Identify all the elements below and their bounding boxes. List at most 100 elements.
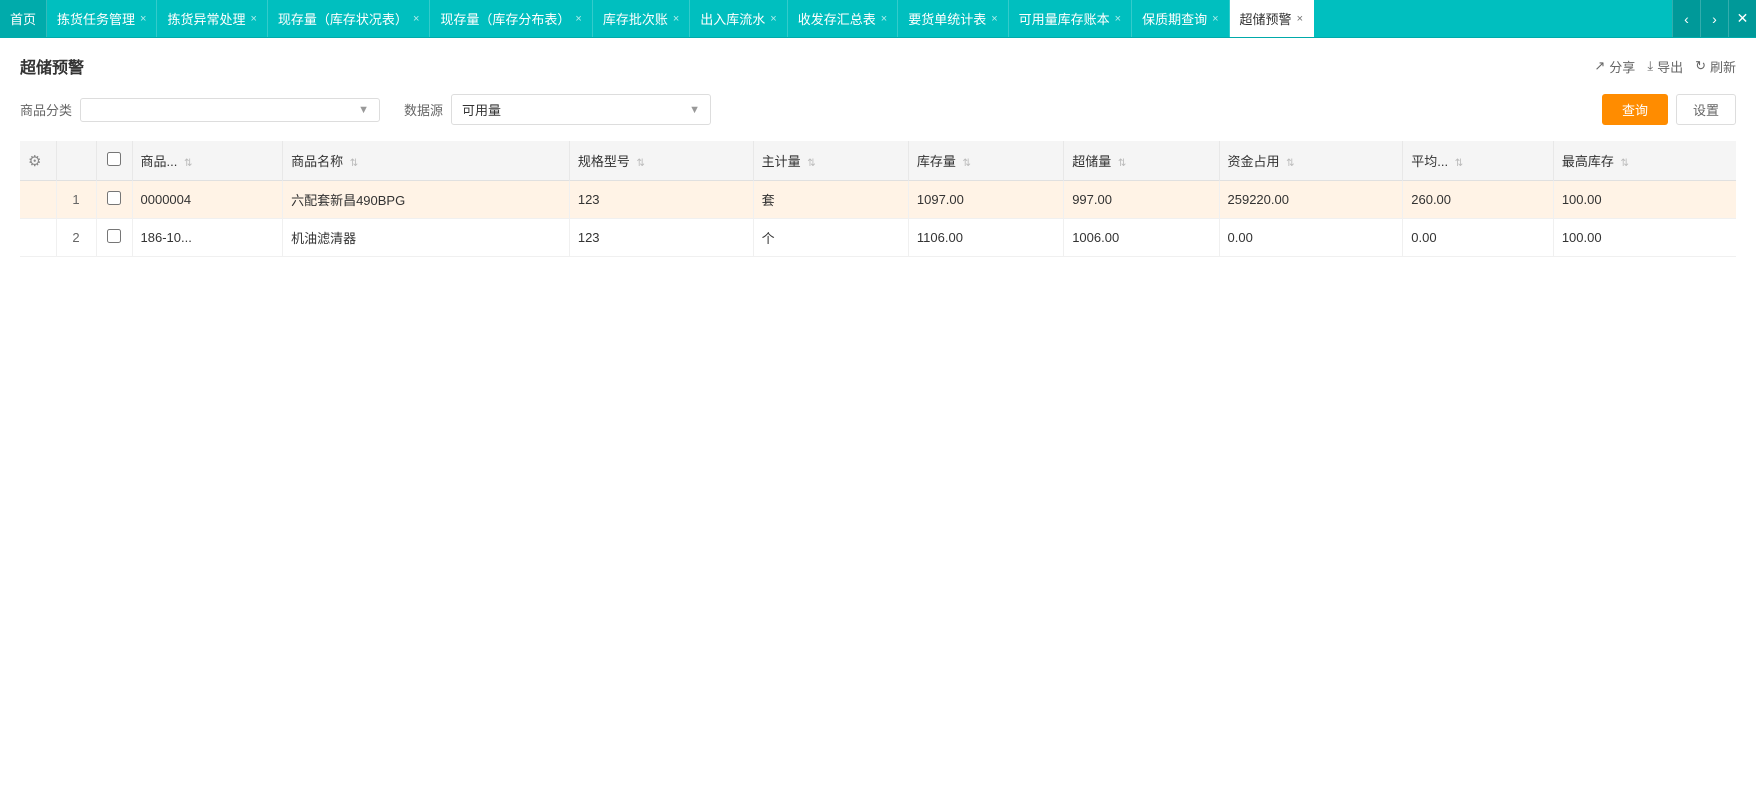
th-overstock[interactable]: 超储量 ⇅ (1064, 141, 1219, 181)
close-available-account[interactable]: × (1115, 13, 1121, 25)
nav-item-inventory-status[interactable]: 现存量（库存状况表） × (268, 0, 430, 37)
th-product-code[interactable]: 商品... ⇅ (132, 141, 283, 181)
nav-item-receive-summary[interactable]: 收发存汇总表 × (788, 0, 898, 37)
nav-label-overstock: 超储预警 (1240, 9, 1292, 28)
nav-item-available-account[interactable]: 可用量库存账本 × (1009, 0, 1132, 37)
nav-item-exception[interactable]: 拣货异常处理 × (157, 0, 267, 37)
nav-item-inventory-dist[interactable]: 现存量（库存分布表） × (430, 0, 592, 37)
nav-label-shelf-life: 保质期查询 (1142, 9, 1207, 28)
th-max-stock-label: 最高库存 (1562, 154, 1614, 169)
nav-item-order-stats[interactable]: 要货单统计表 × (898, 0, 1008, 37)
table-row: 2 186-10... 机油滤清器 123 个 1106.00 1006.00 … (20, 219, 1736, 257)
export-icon: ⤓ (1647, 58, 1653, 74)
product-category-filter: 商品分类 ▼ (20, 98, 380, 122)
sort-stock-icon: ⇅ (963, 158, 971, 169)
th-avg-label: 平均... (1411, 154, 1448, 169)
table-row: 1 0000004 六配套新昌490BPG 123 套 1097.00 997.… (20, 181, 1736, 219)
close-inventory-dist[interactable]: × (575, 13, 581, 25)
settings-button[interactable]: 设置 (1676, 94, 1736, 125)
td-spec-0: 123 (569, 181, 753, 219)
nav-close-btn[interactable]: ✕ (1728, 0, 1756, 38)
th-capital[interactable]: 资金占用 ⇅ (1219, 141, 1403, 181)
th-product-code-label: 商品... (141, 154, 178, 169)
nav-label-available-account: 可用量库存账本 (1019, 9, 1110, 28)
th-overstock-label: 超储量 (1072, 154, 1111, 169)
data-source-value: 可用量 (462, 100, 501, 119)
nav-next-btn[interactable]: › (1700, 0, 1728, 38)
th-unit[interactable]: 主计量 ⇅ (753, 141, 908, 181)
refresh-button[interactable]: ↻ 刷新 (1695, 57, 1736, 76)
query-button[interactable]: 查询 (1602, 94, 1668, 125)
td-checkbox-1[interactable] (96, 219, 132, 257)
page-title: 超储预警 (20, 54, 84, 78)
data-source-filter: 数据源 可用量 ▼ (404, 94, 711, 125)
table-header-row: ⚙ 商品... ⇅ 商品名称 ⇅ 规格型号 ⇅ (20, 141, 1736, 181)
th-avg[interactable]: 平均... ⇅ (1403, 141, 1554, 181)
sort-max-stock-icon: ⇅ (1620, 158, 1628, 169)
chevron-down-icon: ▼ (358, 104, 369, 116)
product-category-select[interactable]: ▼ (80, 98, 380, 122)
td-product-name-0: 六配套新昌490BPG (283, 181, 570, 219)
close-shelf-life[interactable]: × (1212, 13, 1218, 25)
gear-icon[interactable]: ⚙ (28, 153, 41, 170)
td-max-stock-1: 100.00 (1553, 219, 1736, 257)
share-button[interactable]: ↗ 分享 (1594, 57, 1635, 76)
refresh-label: 刷新 (1710, 57, 1736, 76)
nav-label-order-stats: 要货单统计表 (908, 9, 986, 28)
nav-item-home[interactable]: 首页 (0, 0, 47, 37)
close-inventory-status[interactable]: × (413, 13, 419, 25)
th-stock[interactable]: 库存量 ⇅ (908, 141, 1063, 181)
th-max-stock[interactable]: 最高库存 ⇅ (1553, 141, 1736, 181)
close-receive-summary[interactable]: × (881, 13, 887, 25)
sort-capital-icon: ⇅ (1286, 158, 1294, 169)
product-category-label: 商品分类 (20, 100, 72, 119)
row-checkbox-0[interactable] (107, 191, 121, 205)
export-button[interactable]: ⤓ 导出 (1647, 57, 1683, 76)
nav-label-batch-account: 库存批次账 (603, 9, 668, 28)
share-icon: ↗ (1594, 58, 1605, 74)
data-source-select[interactable]: 可用量 ▼ (451, 94, 711, 125)
td-settings-0 (20, 181, 56, 219)
top-navigation: 首页 拣货任务管理 × 拣货异常处理 × 现存量（库存状况表） × 现存量（库存… (0, 0, 1756, 38)
th-product-name-label: 商品名称 (291, 154, 343, 169)
nav-label-task-mgmt: 拣货任务管理 (57, 9, 135, 28)
nav-item-task-mgmt[interactable]: 拣货任务管理 × (47, 0, 157, 37)
row-checkbox-1[interactable] (107, 229, 121, 243)
nav-item-in-out-flow[interactable]: 出入库流水 × (690, 0, 787, 37)
nav-label-in-out-flow: 出入库流水 (700, 9, 765, 28)
td-no-0: 1 (56, 181, 96, 219)
select-all-checkbox[interactable] (107, 152, 121, 166)
th-settings[interactable]: ⚙ (20, 141, 56, 181)
td-overstock-0: 997.00 (1064, 181, 1219, 219)
td-checkbox-0[interactable] (96, 181, 132, 219)
close-overstock[interactable]: × (1297, 13, 1303, 25)
export-label: 导出 (1657, 57, 1683, 76)
data-source-chevron-icon: ▼ (689, 104, 700, 116)
nav-prev-btn[interactable]: ‹ (1672, 0, 1700, 38)
close-batch-account[interactable]: × (673, 13, 679, 25)
nav-item-shelf-life[interactable]: 保质期查询 × (1132, 0, 1229, 37)
page-header: 超储预警 ↗ 分享 ⤓ 导出 ↻ 刷新 (20, 54, 1736, 78)
main-content: 超储预警 ↗ 分享 ⤓ 导出 ↻ 刷新 商品分类 ▼ 数据源 (0, 38, 1756, 800)
th-spec[interactable]: 规格型号 ⇅ (569, 141, 753, 181)
td-product-code-0: 0000004 (132, 181, 283, 219)
th-spec-label: 规格型号 (578, 154, 630, 169)
th-stock-label: 库存量 (917, 154, 956, 169)
filter-row: 商品分类 ▼ 数据源 可用量 ▼ 查询 设置 (20, 94, 1736, 125)
close-order-stats[interactable]: × (991, 13, 997, 25)
close-exception[interactable]: × (250, 13, 256, 25)
sort-overstock-icon: ⇅ (1118, 158, 1126, 169)
td-avg-1: 0.00 (1403, 219, 1554, 257)
th-no (56, 141, 96, 181)
nav-item-batch-account[interactable]: 库存批次账 × (593, 0, 690, 37)
nav-item-overstock[interactable]: 超储预警 × (1230, 0, 1314, 37)
td-no-1: 2 (56, 219, 96, 257)
sort-product-code-icon: ⇅ (184, 158, 192, 169)
close-task-mgmt[interactable]: × (140, 13, 146, 25)
th-checkbox[interactable] (96, 141, 132, 181)
close-in-out-flow[interactable]: × (770, 13, 776, 25)
refresh-icon: ↻ (1695, 58, 1706, 74)
data-table: ⚙ 商品... ⇅ 商品名称 ⇅ 规格型号 ⇅ (20, 141, 1736, 257)
th-capital-label: 资金占用 (1228, 154, 1280, 169)
th-product-name[interactable]: 商品名称 ⇅ (283, 141, 570, 181)
